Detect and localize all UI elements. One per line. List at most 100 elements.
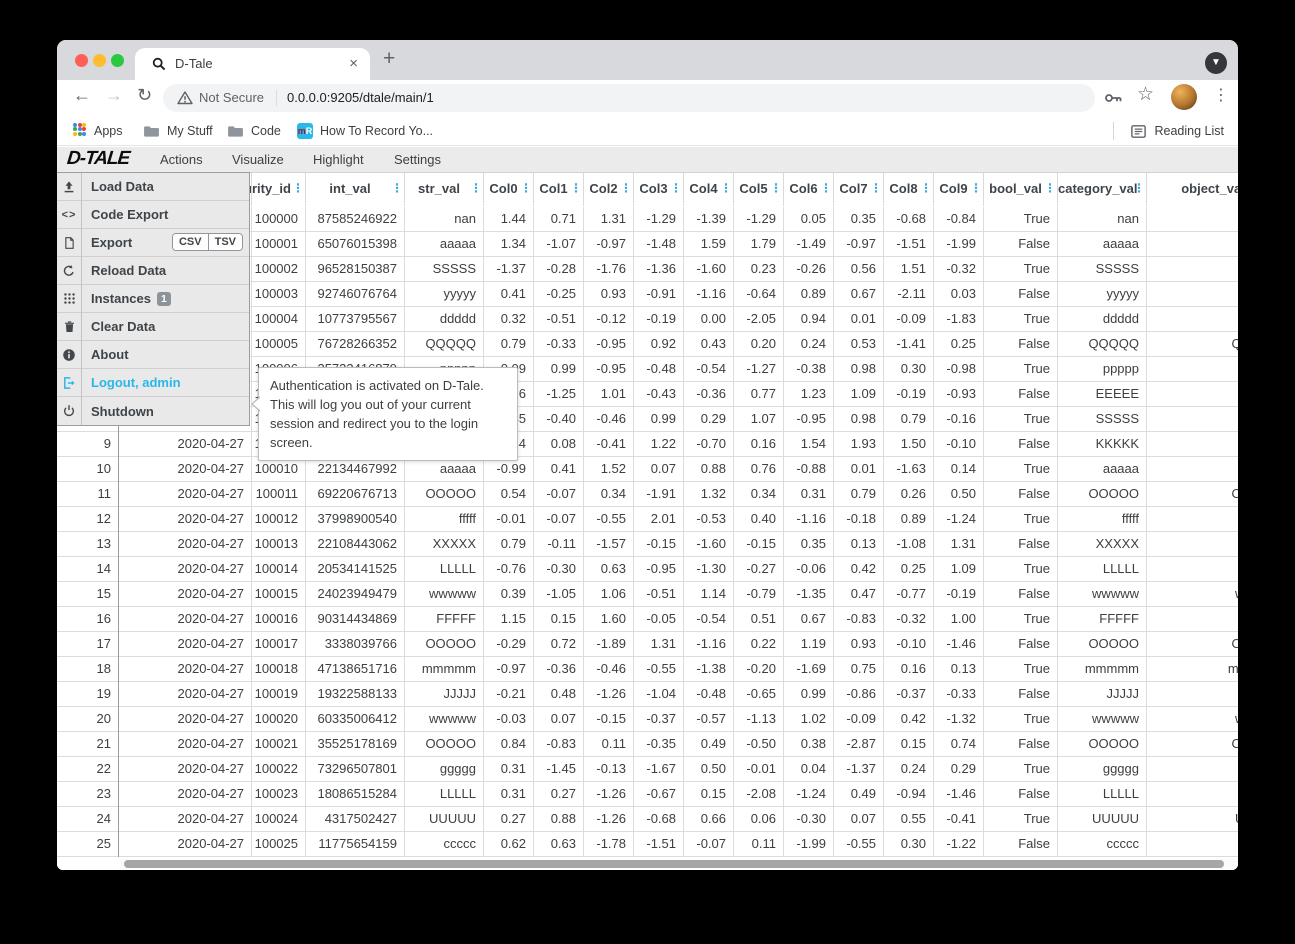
cell-date[interactable]: 2020-04-27	[119, 657, 252, 682]
cell-Col6[interactable]: -0.30	[784, 807, 834, 832]
cell-object_val[interactable]: LLLLL	[1147, 557, 1238, 582]
cell-Col8[interactable]: 0.42	[884, 707, 934, 732]
cell-Col8[interactable]: 1.51	[884, 257, 934, 282]
cell-Col4[interactable]: -0.53	[684, 507, 734, 532]
cell-Col5[interactable]: -0.15	[734, 532, 784, 557]
cell-category_val[interactable]: yyyyy	[1058, 282, 1147, 307]
cell-Col9[interactable]: 0.14	[934, 457, 984, 482]
cell-Col6[interactable]: -0.88	[784, 457, 834, 482]
cell-Col4[interactable]: 0.15	[684, 782, 734, 807]
cell-Col5[interactable]: 0.20	[734, 332, 784, 357]
cell-Col0[interactable]: -1.37	[484, 257, 534, 282]
cell-Col8[interactable]: -1.51	[884, 232, 934, 257]
cell-Col1[interactable]: 0.08	[534, 432, 584, 457]
cell-object_val[interactable]: EEEEE	[1147, 382, 1238, 407]
horizontal-scrollbar[interactable]	[120, 859, 1238, 869]
cell-security_id[interactable]: 100022	[252, 757, 306, 782]
cell-Col2[interactable]: 0.34	[584, 482, 634, 507]
column-header-int_val[interactable]: int_val ⋮	[306, 173, 405, 206]
cell-Col4[interactable]: 0.29	[684, 407, 734, 432]
cell-Col8[interactable]: -0.19	[884, 382, 934, 407]
cell-Col6[interactable]: -1.49	[784, 232, 834, 257]
nav-item-visualize[interactable]: Visualize	[232, 152, 284, 167]
cell-security_id[interactable]: 100002	[252, 257, 306, 282]
column-menu-icon[interactable]: ⋮	[670, 181, 682, 195]
cell-object_val[interactable]: ppppp	[1147, 357, 1238, 382]
cell-Col7[interactable]: -0.55	[834, 832, 884, 857]
cell-category_val[interactable]: QQQQQ	[1058, 332, 1147, 357]
cell-object_val[interactable]: OOOOO	[1147, 632, 1238, 657]
cell-Col6[interactable]: 0.31	[784, 482, 834, 507]
cell-str_val[interactable]: JJJJJ	[405, 682, 484, 707]
cell-security_id[interactable]: 100020	[252, 707, 306, 732]
cell-Col1[interactable]: -0.36	[534, 657, 584, 682]
cell-Col2[interactable]: -0.95	[584, 332, 634, 357]
column-header-Col3[interactable]: Col3 ⋮	[634, 173, 684, 206]
column-header-Col0[interactable]: Col0 ⋮	[484, 173, 534, 206]
cell-Col9[interactable]: 0.74	[934, 732, 984, 757]
cell-bool_val[interactable]: False	[984, 332, 1058, 357]
cell-Col5[interactable]: 0.11	[734, 832, 784, 857]
menu-item-export[interactable]: Export CSV TSV	[57, 228, 249, 257]
cell-Col7[interactable]: 0.98	[834, 407, 884, 432]
menu-item-about[interactable]: About	[57, 340, 249, 369]
cell-category_val[interactable]: FFFFF	[1058, 607, 1147, 632]
cell-category_val[interactable]: ccccc	[1058, 832, 1147, 857]
cell-category_val[interactable]: wwwww	[1058, 707, 1147, 732]
cell-category_val[interactable]: SSSSS	[1058, 257, 1147, 282]
cell-bool_val[interactable]: False	[984, 482, 1058, 507]
cell-Col7[interactable]: 1.93	[834, 432, 884, 457]
cell-bool_val[interactable]: False	[984, 782, 1058, 807]
cell-Col3[interactable]: -1.91	[634, 482, 684, 507]
cell-category_val[interactable]: OOOOO	[1058, 482, 1147, 507]
cell-security_id[interactable]: 100019	[252, 682, 306, 707]
cell-Col9[interactable]: -1.99	[934, 232, 984, 257]
cell-Col4[interactable]: -1.30	[684, 557, 734, 582]
cell-Col2[interactable]: 1.01	[584, 382, 634, 407]
cell-category_val[interactable]: ggggg	[1058, 757, 1147, 782]
cell-int_val[interactable]: 20534141525	[306, 557, 405, 582]
cell-bool_val[interactable]: True	[984, 207, 1058, 232]
cell-Col1[interactable]: 0.88	[534, 807, 584, 832]
cell-Col7[interactable]: 0.42	[834, 557, 884, 582]
cell-str_val[interactable]: aaaaa	[405, 232, 484, 257]
cell-object_val[interactable]: mmmmm	[1147, 657, 1238, 682]
cell-Col2[interactable]: -0.41	[584, 432, 634, 457]
cell-str_val[interactable]: FFFFF	[405, 607, 484, 632]
cell-security_id[interactable]: 100004	[252, 307, 306, 332]
cell-security_id[interactable]: 100018	[252, 657, 306, 682]
cell-Col0[interactable]: 0.62	[484, 832, 534, 857]
cell-security_id[interactable]: 100012	[252, 507, 306, 532]
cell-Col7[interactable]: -0.97	[834, 232, 884, 257]
cell-Col9[interactable]: -1.46	[934, 632, 984, 657]
cell-Col7[interactable]: 0.75	[834, 657, 884, 682]
cell-Col7[interactable]: -0.83	[834, 607, 884, 632]
column-menu-icon[interactable]: ⋮	[920, 181, 932, 195]
cell-bool_val[interactable]: False	[984, 282, 1058, 307]
cell-Col8[interactable]: -2.11	[884, 282, 934, 307]
cell-bool_val[interactable]: False	[984, 682, 1058, 707]
cell-Col2[interactable]: 0.11	[584, 732, 634, 757]
cell-int_val[interactable]: 69220676713	[306, 482, 405, 507]
tab-dtale[interactable]: D-Tale ×	[135, 48, 370, 80]
cell-Col4[interactable]: -0.57	[684, 707, 734, 732]
cell-Col4[interactable]: -0.70	[684, 432, 734, 457]
cell-Col4[interactable]: 0.49	[684, 732, 734, 757]
cell-Col9[interactable]: -0.33	[934, 682, 984, 707]
cell-Col7[interactable]: 0.53	[834, 332, 884, 357]
cell-int_val[interactable]: 18086515284	[306, 782, 405, 807]
cell-Col8[interactable]: -0.68	[884, 207, 934, 232]
cell-Col9[interactable]: -0.84	[934, 207, 984, 232]
cell-bool_val[interactable]: False	[984, 382, 1058, 407]
cell-Col4[interactable]: 1.14	[684, 582, 734, 607]
bookmark-apps[interactable]: Apps	[73, 116, 123, 146]
cell-object_val[interactable]: FFFFF	[1147, 607, 1238, 632]
cell-object_val[interactable]: OOOOO	[1147, 732, 1238, 757]
cell-bool_val[interactable]: True	[984, 307, 1058, 332]
column-header-category_val[interactable]: category_val ⋮	[1058, 173, 1147, 206]
cell-Col6[interactable]: 0.38	[784, 732, 834, 757]
cell-Col2[interactable]: -0.15	[584, 707, 634, 732]
cell-Col3[interactable]: -1.29	[634, 207, 684, 232]
cell-security_id[interactable]: 100003	[252, 282, 306, 307]
cell-Col2[interactable]: -0.55	[584, 507, 634, 532]
